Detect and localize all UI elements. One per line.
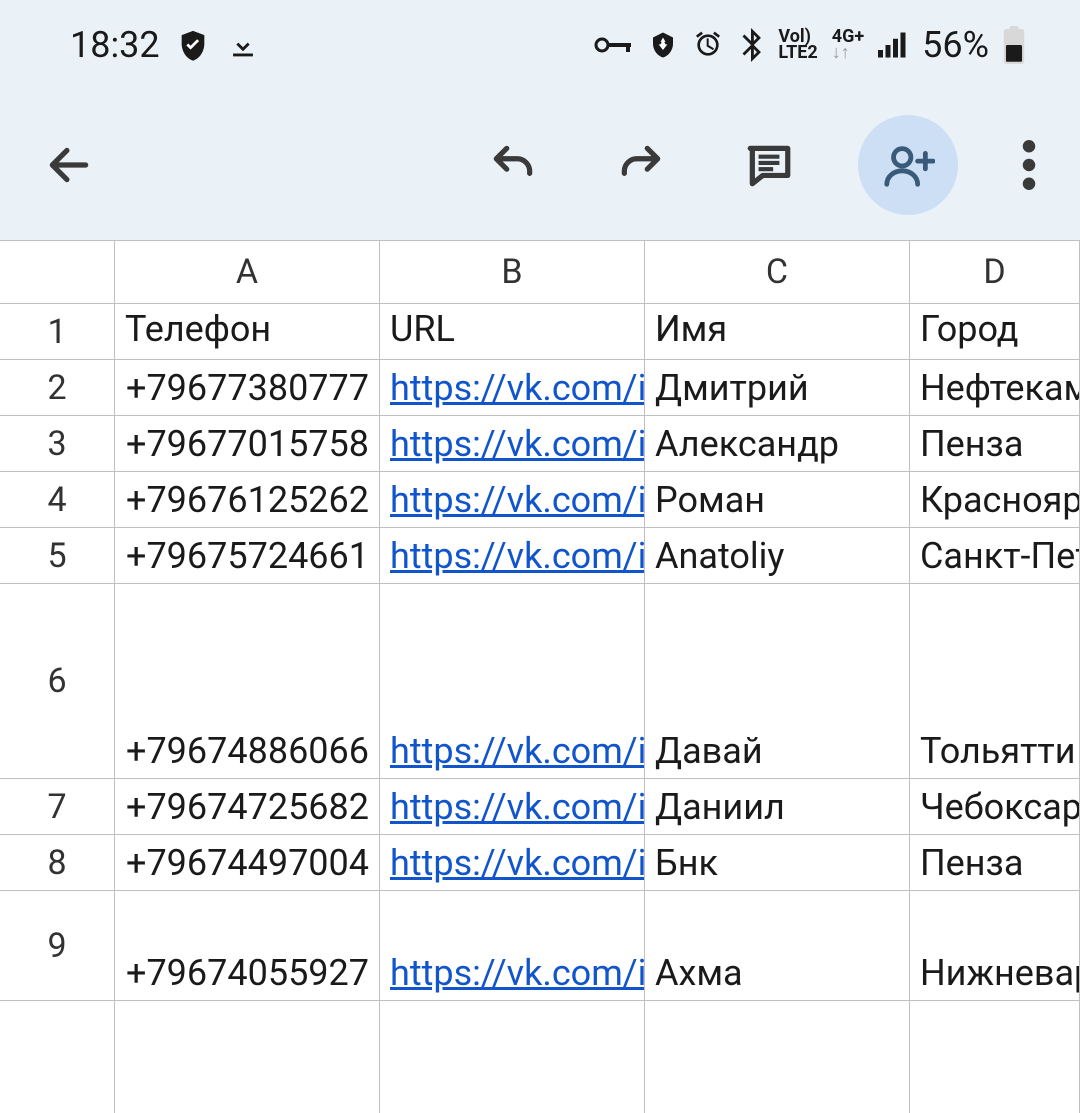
more-menu-button[interactable] bbox=[1008, 126, 1050, 204]
column-header[interactable]: B bbox=[380, 240, 645, 303]
row-header[interactable]: 2 bbox=[0, 360, 115, 415]
cell[interactable]: Александр bbox=[645, 416, 910, 471]
battery-percent: 56% bbox=[922, 24, 989, 66]
status-time: 18:32 bbox=[70, 24, 160, 66]
table-row: 1 Телефон URL Имя Город bbox=[0, 304, 1080, 360]
table-row: 3 +79677015758 https://vk.com/id Алексан… bbox=[0, 416, 1080, 472]
undo-button[interactable] bbox=[474, 126, 552, 204]
cell[interactable]: Пенза bbox=[910, 835, 1080, 890]
cell[interactable]: https://vk.com/id bbox=[380, 416, 645, 471]
bluetooth-icon bbox=[738, 28, 764, 62]
cell[interactable]: Ахма bbox=[645, 891, 910, 1000]
column-header[interactable]: A bbox=[115, 240, 380, 303]
status-left: 18:32 bbox=[70, 24, 260, 66]
toolbar bbox=[0, 90, 1080, 240]
table-row: 6 +79674886066 https://vk.com/id Давай Т… bbox=[0, 584, 1080, 779]
table-row: 8 +79674497004 https://vk.com/id Бнк Пен… bbox=[0, 835, 1080, 891]
cell[interactable] bbox=[380, 1057, 645, 1113]
cell[interactable]: https://vk.com/id bbox=[380, 835, 645, 890]
row-header[interactable]: 9 bbox=[0, 891, 115, 1000]
table-row: 4 +79676125262 https://vk.com/id Роман К… bbox=[0, 472, 1080, 528]
row-header[interactable]: 3 bbox=[0, 416, 115, 471]
cell[interactable]: Санкт-Пет bbox=[910, 528, 1080, 583]
status-bar: 18:32 Vol)LTE2 4G+↓↑ 56% bbox=[0, 0, 1080, 90]
download-icon bbox=[226, 28, 260, 62]
table-row: 2 +79677380777 https://vk.com/id Дмитрий… bbox=[0, 360, 1080, 416]
cell[interactable] bbox=[645, 1057, 910, 1113]
cell[interactable]: Краснояр bbox=[910, 472, 1080, 527]
cell[interactable]: Роман bbox=[645, 472, 910, 527]
vpn-key-icon bbox=[594, 33, 634, 57]
table-row bbox=[0, 1001, 1080, 1057]
cell[interactable]: Тольятти bbox=[910, 584, 1080, 778]
row-header[interactable]: 1 bbox=[0, 304, 115, 359]
cell[interactable] bbox=[380, 1001, 645, 1057]
recycle-icon bbox=[648, 30, 678, 60]
comment-button[interactable] bbox=[730, 126, 808, 204]
row-header[interactable] bbox=[0, 1057, 115, 1113]
cell[interactable]: Нижневар bbox=[910, 891, 1080, 1000]
network-indicator: 4G+↓↑ bbox=[832, 29, 864, 61]
cell[interactable]: https://vk.com/id bbox=[380, 891, 645, 1000]
cell[interactable]: https://vk.com/id bbox=[380, 584, 645, 778]
cell[interactable] bbox=[910, 1001, 1080, 1057]
volte-indicator: Vol)LTE2 bbox=[778, 29, 817, 61]
cell[interactable]: https://vk.com/id bbox=[380, 360, 645, 415]
row-header[interactable]: 6 bbox=[0, 584, 115, 778]
cell[interactable]: Давай bbox=[645, 584, 910, 778]
cell[interactable]: +79677015758 bbox=[115, 416, 380, 471]
cell[interactable] bbox=[910, 1057, 1080, 1113]
row-header[interactable]: 8 bbox=[0, 835, 115, 890]
cell[interactable]: Пенза bbox=[910, 416, 1080, 471]
row-header[interactable]: 5 bbox=[0, 528, 115, 583]
alarm-icon bbox=[692, 29, 724, 61]
redo-button[interactable] bbox=[602, 126, 680, 204]
cell[interactable]: Чебоксар bbox=[910, 779, 1080, 834]
cell[interactable]: Даниил bbox=[645, 779, 910, 834]
row-header[interactable]: 7 bbox=[0, 779, 115, 834]
cell[interactable]: Телефон bbox=[115, 304, 380, 359]
table-row: 5 +79675724661 https://vk.com/id Anatoli… bbox=[0, 528, 1080, 584]
select-all-corner[interactable] bbox=[0, 240, 115, 303]
cell[interactable]: +79676125262 bbox=[115, 472, 380, 527]
cell[interactable]: +79675724661 bbox=[115, 528, 380, 583]
cell[interactable]: Город bbox=[910, 304, 1080, 359]
shield-icon bbox=[176, 28, 210, 62]
cell[interactable]: URL bbox=[380, 304, 645, 359]
cell[interactable]: https://vk.com/id bbox=[380, 528, 645, 583]
cell[interactable] bbox=[645, 1001, 910, 1057]
cell[interactable]: Дмитрий bbox=[645, 360, 910, 415]
cell[interactable]: https://vk.com/id bbox=[380, 472, 645, 527]
cell[interactable]: +79674725682 bbox=[115, 779, 380, 834]
table-row bbox=[0, 1057, 1080, 1113]
cell[interactable]: Имя bbox=[645, 304, 910, 359]
column-header[interactable]: C bbox=[645, 240, 910, 303]
cell[interactable] bbox=[115, 1057, 380, 1113]
row-header[interactable]: 4 bbox=[0, 472, 115, 527]
signal-icon bbox=[878, 32, 908, 58]
cell[interactable]: Anatoliy bbox=[645, 528, 910, 583]
status-right: Vol)LTE2 4G+↓↑ 56% bbox=[594, 24, 1025, 66]
spreadsheet[interactable]: A B C D 1 Телефон URL Имя Город 2 +79677… bbox=[0, 240, 1080, 1113]
row-header[interactable] bbox=[0, 1001, 115, 1057]
battery-icon bbox=[1003, 26, 1025, 64]
table-row: 9 +79674055927 https://vk.com/id Ахма Ни… bbox=[0, 891, 1080, 1001]
cell[interactable]: https://vk.com/id bbox=[380, 779, 645, 834]
cell[interactable]: +79674497004 bbox=[115, 835, 380, 890]
cell[interactable]: Нефтекам bbox=[910, 360, 1080, 415]
cell[interactable]: +79677380777 bbox=[115, 360, 380, 415]
table-row: 7 +79674725682 https://vk.com/id Даниил … bbox=[0, 779, 1080, 835]
cell[interactable] bbox=[115, 1001, 380, 1057]
back-button[interactable] bbox=[30, 126, 108, 204]
column-headers-row: A B C D bbox=[0, 240, 1080, 304]
cell[interactable]: +79674055927 bbox=[115, 891, 380, 1000]
column-header[interactable]: D bbox=[910, 240, 1080, 303]
add-person-button[interactable] bbox=[858, 115, 958, 215]
cell[interactable]: Бнк bbox=[645, 835, 910, 890]
cell[interactable]: +79674886066 bbox=[115, 584, 380, 778]
